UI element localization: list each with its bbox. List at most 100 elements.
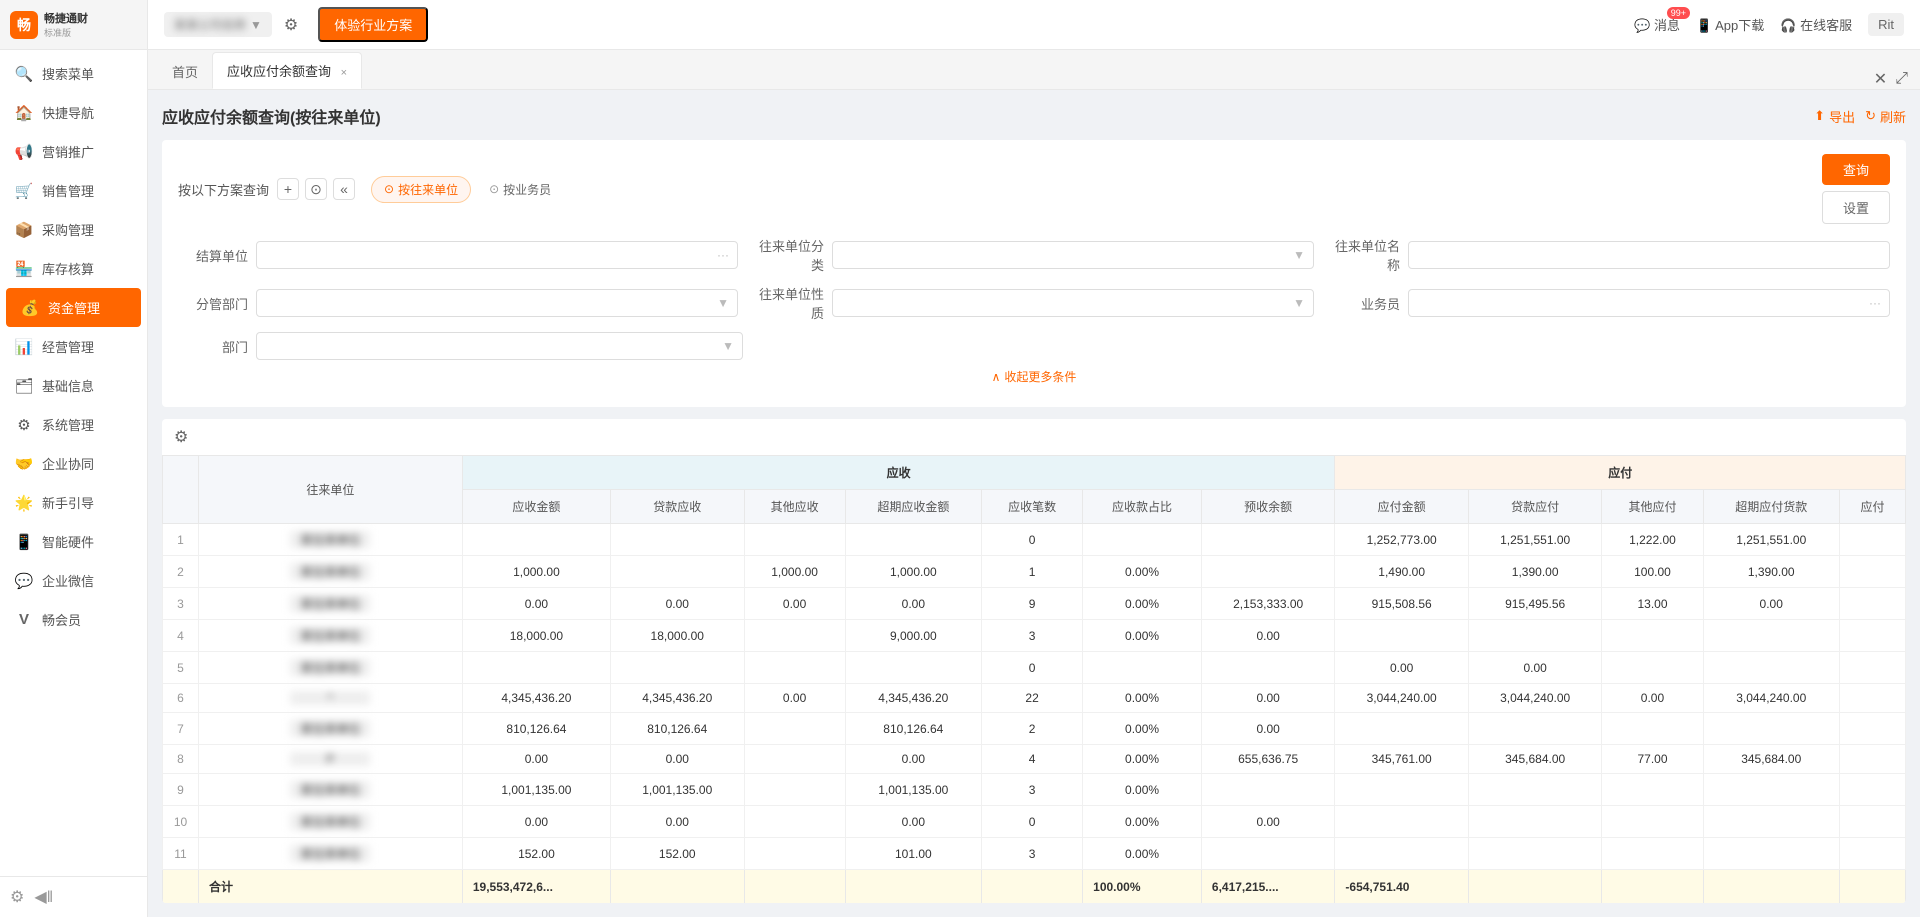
topbar-gear-icon[interactable]: ⚙	[284, 15, 298, 35]
sidebar-item-purchase[interactable]: 📦 采购管理	[0, 210, 147, 249]
col-recv-loan: 贷款应收	[611, 490, 745, 524]
settlement-input[interactable]: ···	[256, 241, 738, 269]
settings-icon[interactable]: ⚙	[10, 887, 24, 907]
partner-cell: 某往来单位	[199, 806, 463, 838]
sidebar-item-wechat[interactable]: 💬 企业微信	[0, 561, 147, 600]
sidebar-item-search[interactable]: 🔍 搜索菜单	[0, 54, 147, 93]
sidebar-item-hardware[interactable]: 📱 智能硬件	[0, 522, 147, 561]
filter-field-category: 往来单位分类 ▼	[754, 236, 1314, 274]
sidebar-item-corp[interactable]: 🤝 企业协同	[0, 444, 147, 483]
table-row: 3 某往来单位 0.00 0.00 0.00 0.00 9 0.00% 2,15…	[163, 588, 1906, 620]
online-service-button[interactable]: 🎧 在线客服	[1780, 15, 1852, 34]
user-avatar[interactable]: Rit	[1868, 13, 1904, 36]
filter-header: 按以下方案查询 + ⊙ « ⊙ 按往来单位 ⊙ 按业务员	[178, 154, 1890, 224]
sidebar-item-member[interactable]: V 畅会员	[0, 600, 147, 639]
partnername-label: 往来单位名称	[1330, 236, 1400, 274]
row-num: 4	[163, 620, 199, 652]
home-icon: 🏠	[14, 104, 34, 122]
sidebar-item-guide[interactable]: 🌟 新手引导	[0, 483, 147, 522]
filter-field-settlement: 结算单位 ···	[178, 241, 738, 269]
filter-collapse-button[interactable]: ∧ 收起更多条件	[178, 360, 1890, 393]
sidebar-item-sys[interactable]: ⚙ 系统管理	[0, 405, 147, 444]
footer-recv-prepay[interactable]: 6,417,215....	[1201, 870, 1335, 904]
filter-row-1: 结算单位 ··· 往来单位分类 ▼ 往来单位	[178, 236, 1890, 274]
footer-recv-amt[interactable]: 19,553,472,6...	[462, 870, 610, 904]
inventory-icon: 🏪	[14, 260, 34, 278]
page-header: 应收应付余额查询(按往来单位) ⬆ 导出 ↻ 刷新	[162, 104, 1906, 128]
row-num: 7	[163, 713, 199, 745]
salesman-input[interactable]: ···	[1408, 289, 1890, 317]
sidebar-item-quicknav[interactable]: 🏠 快捷导航	[0, 93, 147, 132]
messages-button[interactable]: 💬 消息 99+	[1634, 15, 1680, 34]
partner-cell: P	[199, 745, 463, 774]
category-input[interactable]: ▼	[832, 241, 1314, 269]
table-row: 6 ^ 4,345,436.20 4,345,436.20 0.00 4,345…	[163, 684, 1906, 713]
table-row: 11 某往来单位 152.00 152.00 101.00 3 0.00%	[163, 838, 1906, 870]
nature-input[interactable]: ▼	[832, 289, 1314, 317]
group-receivable: 应收	[462, 456, 1335, 490]
tab-home[interactable]: 首页	[158, 54, 212, 89]
option-icon: ⊙	[489, 182, 499, 196]
col-recv-overdue: 超期应收金额	[845, 490, 981, 524]
row-num: 3	[163, 588, 199, 620]
message-icon: 💬	[1634, 18, 1650, 33]
messages-badge: 99+	[1667, 7, 1690, 19]
topbar-right: 💬 消息 99+ 📱 App下载 🎧 在线客服 Rit	[1634, 13, 1904, 36]
collapse-icon[interactable]: ◀‖	[34, 887, 53, 907]
nature-arrow: ▼	[1293, 296, 1305, 310]
page-content: 应收应付余额查询(按往来单位) ⬆ 导出 ↻ 刷新 按以下方案查询 + ⊙ «	[148, 90, 1920, 917]
promo-button[interactable]: 体验行业方案	[318, 7, 428, 42]
query-button[interactable]: 查询	[1822, 154, 1890, 185]
wechat-icon: 💬	[14, 572, 34, 590]
bizunit-input[interactable]: ▼	[256, 332, 743, 360]
export-button[interactable]: ⬆ 导出	[1814, 107, 1855, 126]
sidebar-item-sales[interactable]: 🛒 销售管理	[0, 171, 147, 210]
table-scroll[interactable]: 往来单位 应收 应付 应收金额 贷款应收 其他应收 超期应收金额 应收笔数 应收…	[162, 455, 1906, 903]
sidebar-item-marketing[interactable]: 📢 营销推广	[0, 132, 147, 171]
row-num: 8	[163, 745, 199, 774]
close-window-icon[interactable]: ✕	[1874, 69, 1887, 89]
partnername-input[interactable]	[1408, 241, 1890, 269]
partner-cell: 某往来单位	[199, 774, 463, 806]
sidebar: 畅 畅捷通财 标准版 🔍 搜索菜单 🏠 快捷导航 📢 营销推广 🛒 销售管理 📦…	[0, 0, 148, 917]
maximize-icon[interactable]: ⤢	[1895, 70, 1908, 88]
sidebar-item-label: 企业协同	[42, 454, 94, 473]
salesman-dots: ···	[1869, 296, 1881, 310]
tab-close-icon[interactable]: ×	[341, 67, 347, 79]
sidebar-item-finance[interactable]: 💰 资金管理	[6, 288, 141, 327]
app-download-button[interactable]: 📱 App下载	[1696, 15, 1764, 34]
tab-ar-ap[interactable]: 应收应付余额查询 ×	[212, 52, 362, 89]
col-pay-overdue: 超期应付货款	[1703, 490, 1839, 524]
col-pay-extra: 应付	[1839, 490, 1905, 524]
dept-label: 分管部门	[178, 294, 248, 313]
col-pay-loan: 贷款应付	[1468, 490, 1602, 524]
filter-add-button[interactable]: +	[277, 178, 299, 200]
dept-input[interactable]: ▼	[256, 289, 738, 317]
filter-add-btns: + ⊙ «	[277, 178, 355, 200]
logo-icon: 畅	[10, 11, 38, 39]
filter-scheme-salesman[interactable]: ⊙ 按业务员	[477, 176, 563, 203]
purchase-icon: 📦	[14, 221, 34, 239]
refresh-button[interactable]: ↻ 刷新	[1865, 107, 1906, 126]
search-icon: 🔍	[14, 65, 34, 83]
partner-cell: 某往来单位	[199, 713, 463, 745]
partner-name: 某往来单位	[290, 595, 370, 612]
sidebar-item-inventory[interactable]: 🏪 库存核算	[0, 249, 147, 288]
partner-name: 某往来单位	[290, 531, 370, 548]
sidebar-item-label: 畅会员	[42, 610, 81, 629]
partner-name: 某往来单位	[290, 781, 370, 798]
partner-name: 某往来单位	[290, 813, 370, 830]
sidebar-item-base[interactable]: 🗂 基础信息	[0, 366, 147, 405]
filter-collapse-button[interactable]: «	[333, 178, 355, 200]
settings-button[interactable]: 设置	[1822, 191, 1890, 224]
sidebar-item-biz[interactable]: 📊 经营管理	[0, 327, 147, 366]
company-selector[interactable]: 某某公司名称 ▼	[164, 12, 272, 37]
filter-scheme-partner[interactable]: ⊙ 按往来单位	[371, 176, 471, 203]
table-settings-icon[interactable]: ⚙	[174, 427, 188, 447]
col-recv-ratio: 应收款占比	[1083, 490, 1202, 524]
corp-icon: 🤝	[14, 455, 34, 473]
filter-row-2: 分管部门 ▼ 往来单位性质 ▼ 业务员	[178, 284, 1890, 322]
filter-settings-button[interactable]: ⊙	[305, 178, 327, 200]
filter-field-dept: 分管部门 ▼	[178, 289, 738, 317]
table-footer: 合计 19,553,472,6... 100.00% 6,417,215....…	[163, 870, 1906, 904]
